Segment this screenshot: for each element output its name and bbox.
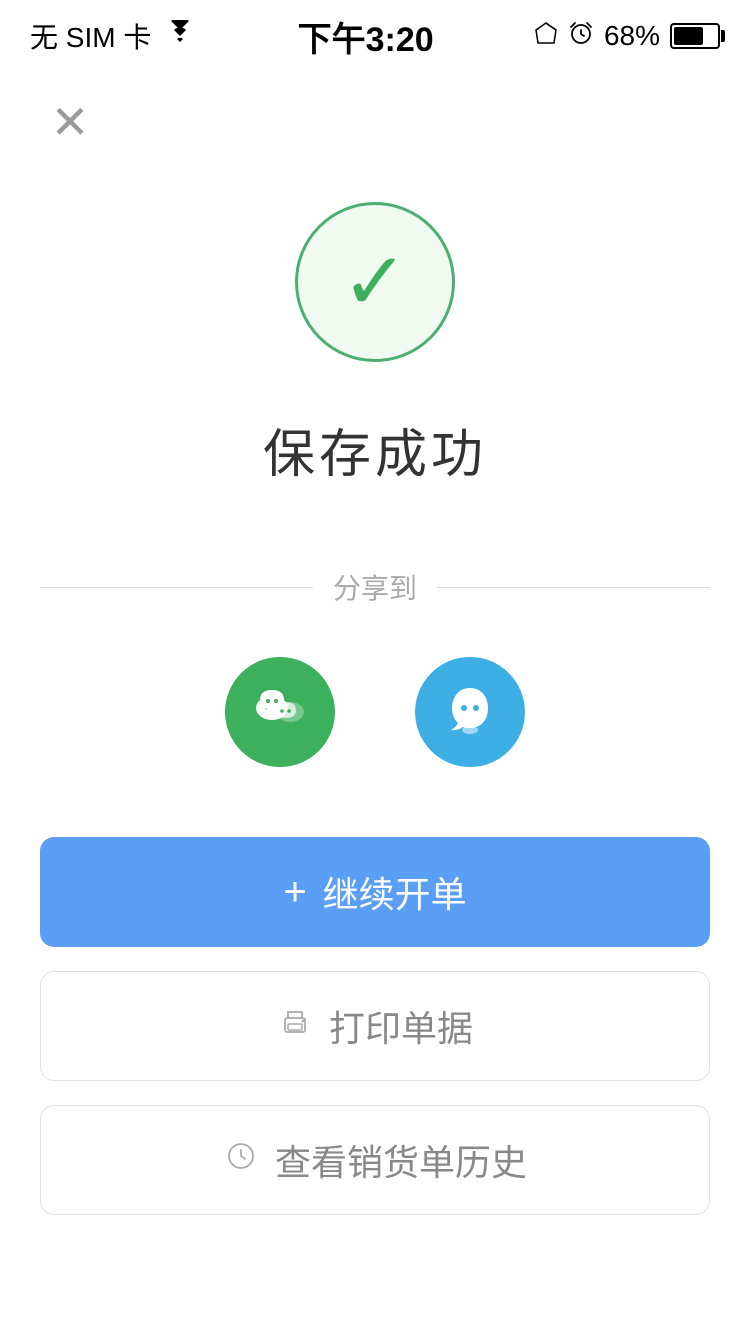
continue-button-label: 继续开单 bbox=[323, 866, 467, 918]
location-icon bbox=[534, 20, 558, 52]
share-divider: 分享到 bbox=[0, 567, 750, 607]
success-area: ✓ 保存成功 bbox=[0, 172, 750, 537]
close-button[interactable]: ✕ bbox=[40, 92, 100, 152]
action-buttons: + 继续开单 打印单据 查看销货单历史 bbox=[0, 817, 750, 1235]
wechat-share-button[interactable] bbox=[225, 657, 335, 767]
battery-percent: 68% bbox=[604, 20, 660, 52]
close-icon: ✕ bbox=[51, 99, 90, 145]
print-icon bbox=[277, 1004, 313, 1049]
qq-icon bbox=[438, 680, 502, 744]
battery-icon bbox=[670, 23, 720, 49]
checkmark-icon: ✓ bbox=[341, 242, 408, 322]
plus-icon: + bbox=[283, 870, 306, 915]
continue-button[interactable]: + 继续开单 bbox=[40, 837, 710, 947]
divider-line-left bbox=[40, 587, 313, 588]
history-icon bbox=[223, 1138, 259, 1183]
main-content: ✕ ✓ 保存成功 分享到 bbox=[0, 72, 750, 1235]
no-sim-text: 无 SIM 卡 bbox=[30, 16, 151, 56]
history-button-label: 查看销货单历史 bbox=[275, 1134, 527, 1186]
share-section: 分享到 bbox=[0, 537, 750, 817]
wechat-icon bbox=[248, 680, 312, 744]
qq-share-button[interactable] bbox=[415, 657, 525, 767]
success-circle: ✓ bbox=[295, 202, 455, 362]
status-time: 下午3:20 bbox=[298, 12, 434, 61]
share-label: 分享到 bbox=[313, 567, 437, 607]
share-icons bbox=[0, 657, 750, 767]
status-left: 无 SIM 卡 bbox=[30, 16, 197, 56]
wifi-icon bbox=[163, 20, 197, 53]
close-button-area: ✕ bbox=[0, 72, 750, 172]
divider-line-right bbox=[437, 587, 710, 588]
alarm-icon bbox=[568, 20, 594, 53]
history-button[interactable]: 查看销货单历史 bbox=[40, 1105, 710, 1215]
status-right: 68% bbox=[534, 20, 720, 53]
print-button-label: 打印单据 bbox=[329, 1000, 473, 1052]
status-bar: 无 SIM 卡 下午3:20 68% bbox=[0, 0, 750, 72]
print-button[interactable]: 打印单据 bbox=[40, 971, 710, 1081]
success-title: 保存成功 bbox=[263, 412, 487, 487]
